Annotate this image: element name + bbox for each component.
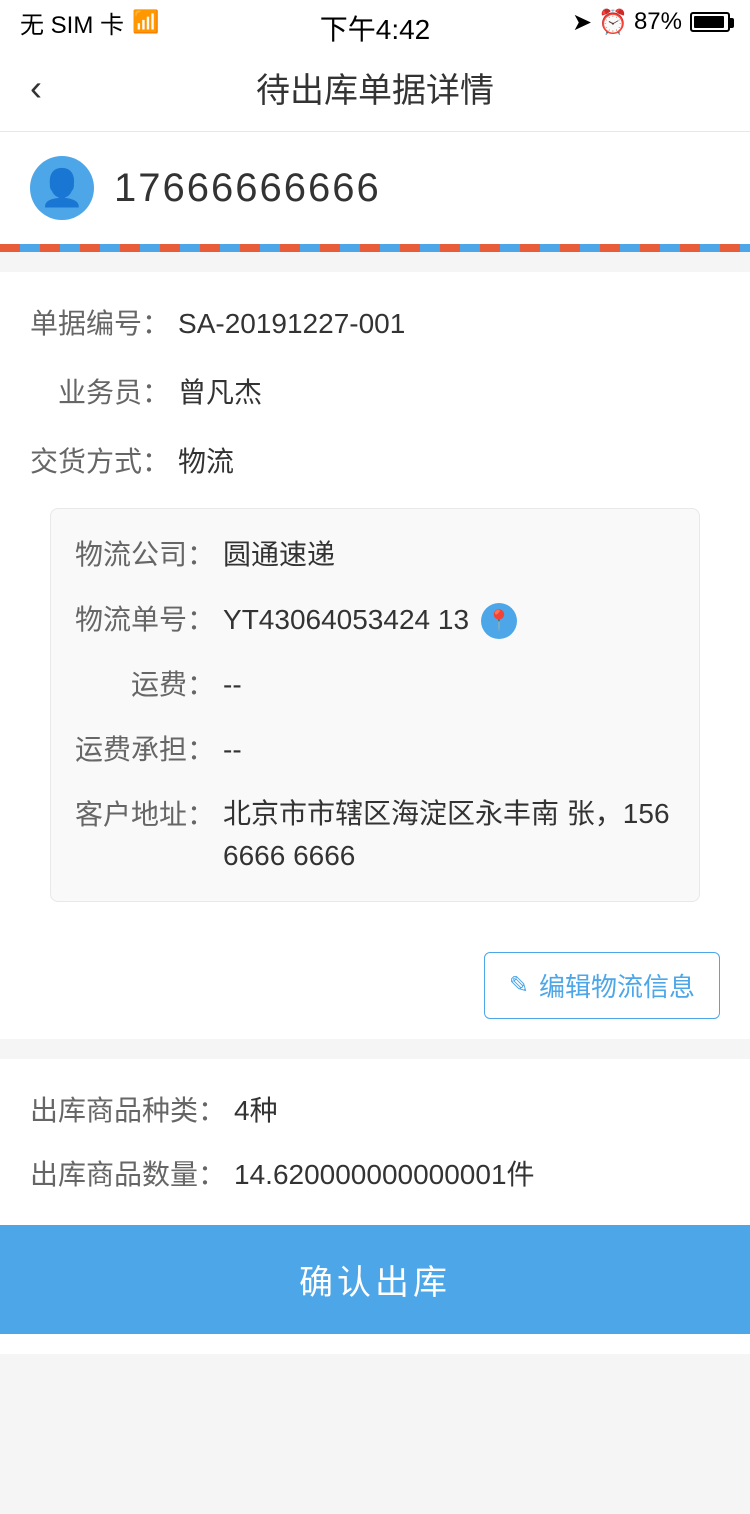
delivery-method-row: 交货方式： 物流 bbox=[30, 440, 720, 485]
customer-phone: 17666666666 bbox=[114, 166, 381, 211]
delivery-method-value: 物流 bbox=[178, 440, 720, 485]
freight-bearer-label: 运费承担： bbox=[75, 728, 215, 773]
edit-logistics-label: 编辑物流信息 bbox=[539, 967, 695, 1004]
logistics-card: 物流公司： 圆通速递 物流单号： YT43064053424 13 📍 运费： … bbox=[50, 508, 700, 901]
logistics-tracking-label: 物流单号： bbox=[75, 598, 215, 643]
logistics-tracking-value: YT43064053424 13 📍 bbox=[223, 598, 675, 643]
carrier-label: 无 SIM 卡 bbox=[20, 5, 124, 40]
avatar-person-icon: 👤 bbox=[40, 167, 85, 209]
goods-types-label: 出库商品种类： bbox=[30, 1089, 226, 1129]
customer-header: 👤 17666666666 bbox=[0, 132, 750, 244]
status-right: ➤ ⏰ 87% bbox=[572, 8, 730, 37]
tracking-number-text: YT43064053424 13 bbox=[223, 598, 469, 643]
edit-logistics-button[interactable]: ✎ 编辑物流信息 bbox=[484, 952, 720, 1019]
freight-label: 运费： bbox=[75, 663, 215, 708]
edit-icon: ✎ bbox=[509, 971, 529, 1000]
logistics-company-label: 物流公司： bbox=[75, 533, 215, 578]
avatar: 👤 bbox=[30, 156, 94, 220]
goods-quantity-value: 14.620000000000001件 bbox=[234, 1153, 535, 1193]
section-divider bbox=[0, 1039, 750, 1059]
address-label: 客户地址： bbox=[75, 793, 215, 838]
sales-person-label: 业务员： bbox=[30, 371, 170, 416]
deco-line bbox=[0, 244, 750, 252]
logistics-company-value: 圆通速递 bbox=[223, 533, 675, 578]
order-info-section: 单据编号： SA-20191227-001 业务员： 曾凡杰 交货方式： 物流 … bbox=[0, 272, 750, 932]
address-row: 客户地址： 北京市市辖区海淀区永丰南 张，156 6666 6666 bbox=[75, 793, 675, 877]
goods-types-row: 出库商品种类： 4种 bbox=[30, 1089, 720, 1129]
battery-icon bbox=[690, 12, 730, 32]
pin-icon: 📍 bbox=[487, 605, 512, 637]
document-number-row: 单据编号： SA-20191227-001 bbox=[30, 302, 720, 347]
nav-bar: ‹ 待出库单据详情 bbox=[0, 44, 750, 132]
sales-person-value: 曾凡杰 bbox=[178, 371, 720, 416]
goods-quantity-row: 出库商品数量： 14.620000000000001件 bbox=[30, 1153, 720, 1193]
logistics-tracking-row: 物流单号： YT43064053424 13 📍 bbox=[75, 598, 675, 643]
confirm-button[interactable]: 确认出库 bbox=[0, 1245, 750, 1314]
goods-types-value: 4种 bbox=[234, 1089, 278, 1129]
tracking-location-icon[interactable]: 📍 bbox=[481, 603, 517, 639]
status-time: 下午4:42 bbox=[320, 8, 431, 48]
status-bar: 无 SIM 卡 📶 下午4:42 ➤ ⏰ 87% bbox=[0, 0, 750, 44]
goods-quantity-label: 出库商品数量： bbox=[30, 1153, 226, 1193]
delivery-method-label: 交货方式： bbox=[30, 440, 170, 485]
bottom-spacer bbox=[0, 1354, 750, 1514]
goods-section: 出库商品种类： 4种 出库商品数量： 14.620000000000001件 bbox=[0, 1059, 750, 1247]
freight-bearer-row: 运费承担： -- bbox=[75, 728, 675, 773]
address-value: 北京市市辖区海淀区永丰南 张，156 6666 6666 bbox=[223, 793, 675, 877]
back-button[interactable]: ‹ bbox=[30, 70, 42, 106]
alarm-icon: ⏰ bbox=[598, 8, 628, 37]
document-number-value: SA-20191227-001 bbox=[178, 302, 720, 347]
page-title: 待出库单据详情 bbox=[256, 63, 494, 112]
document-number-label: 单据编号： bbox=[30, 302, 170, 347]
edit-btn-row: ✎ 编辑物流信息 bbox=[0, 932, 750, 1039]
sales-person-row: 业务员： 曾凡杰 bbox=[30, 371, 720, 416]
status-left: 无 SIM 卡 📶 bbox=[20, 5, 159, 40]
battery-percentage: 87% bbox=[634, 8, 682, 36]
freight-row: 运费： -- bbox=[75, 663, 675, 708]
freight-value: -- bbox=[223, 663, 675, 708]
freight-bearer-value: -- bbox=[223, 728, 675, 773]
wifi-icon: 📶 bbox=[132, 9, 159, 35]
logistics-company-row: 物流公司： 圆通速递 bbox=[75, 533, 675, 578]
location-status-icon: ➤ bbox=[572, 8, 592, 37]
confirm-btn-wrapper: 确认出库 bbox=[0, 1225, 750, 1334]
